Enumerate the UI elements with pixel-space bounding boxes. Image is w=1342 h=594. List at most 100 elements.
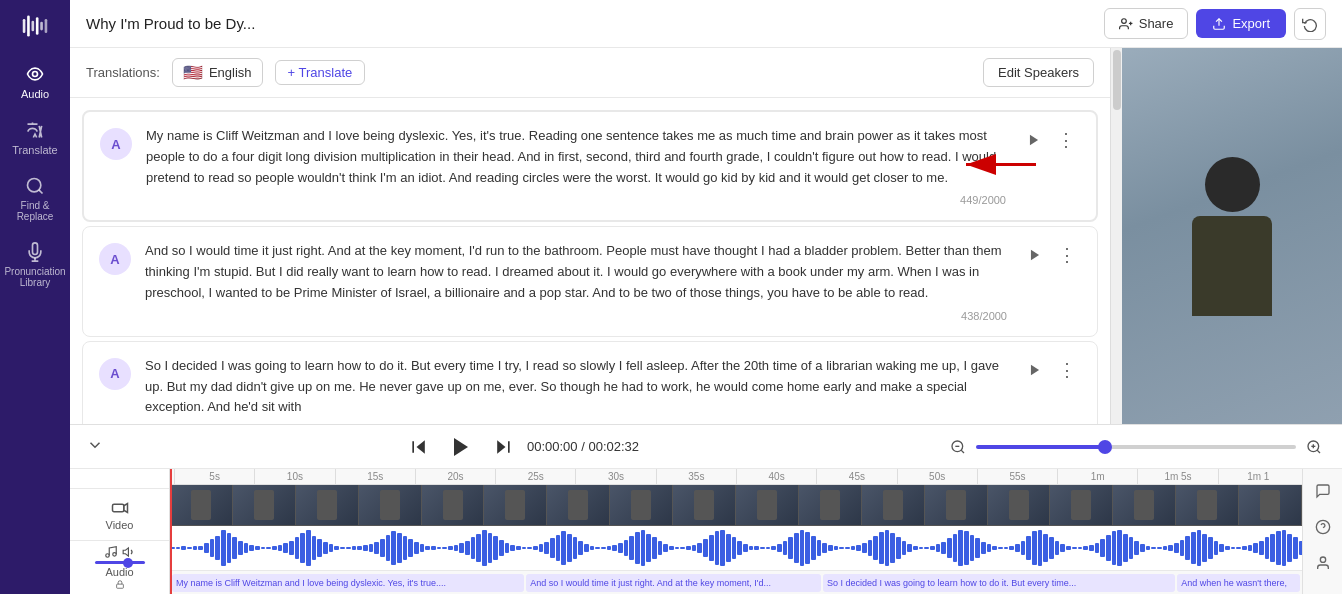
play-button[interactable] [443, 429, 479, 465]
skip-back-button[interactable] [403, 431, 435, 463]
waveform-bar [981, 542, 986, 554]
scrollbar-thumb[interactable] [1113, 50, 1121, 110]
waveform-bar [800, 530, 805, 566]
collapse-button[interactable] [86, 436, 104, 457]
waveform-bar [817, 540, 822, 557]
waveform-bar [476, 534, 481, 563]
segment-play-button-2[interactable] [1021, 241, 1049, 269]
sidebar-item-translate[interactable]: Translate [5, 112, 65, 164]
waveform-bar [346, 547, 351, 549]
waveform-bar [193, 546, 198, 550]
scrollbar-track[interactable] [1110, 48, 1122, 424]
waveform-bar [369, 544, 374, 552]
svg-marker-33 [123, 548, 128, 556]
segment-text-1[interactable]: My name is Cliff Weitzman and I love bei… [146, 126, 1006, 188]
segment-more-button-1[interactable]: ⋮ [1052, 126, 1080, 154]
zoom-slider[interactable] [976, 445, 1296, 449]
play-icon-1 [1027, 133, 1041, 147]
waveform-bar [1265, 537, 1270, 559]
waveform-bar [1134, 541, 1139, 555]
waveform-bar [187, 547, 192, 549]
waveform-bar [794, 533, 799, 563]
waveform-bar [533, 546, 538, 551]
zoom-in-button[interactable] [1302, 435, 1326, 459]
share-button[interactable]: Share [1104, 8, 1189, 39]
bottom-section: 00:00:00 / 00:02:32 [70, 424, 1342, 594]
segment-text-3[interactable]: So I decided I was going to learn how to… [145, 356, 1007, 418]
waveform-bar [431, 546, 436, 550]
user-button[interactable] [1309, 549, 1337, 577]
ruler-mark-55s: 55s [977, 469, 1057, 484]
waveform-bar [1231, 547, 1236, 549]
sidebar-item-pronunciation[interactable]: Pronunciation Library [5, 234, 65, 296]
history-button[interactable] [1294, 8, 1326, 40]
sidebar-item-audio[interactable]: Audio [5, 56, 65, 108]
waveform-bar [283, 543, 288, 553]
waveform-bar [567, 534, 572, 563]
transcript-container: Translations: 🇺🇸 English + Translate Edi… [70, 48, 1342, 424]
edit-speakers-button[interactable]: Edit Speakers [983, 58, 1094, 87]
sidebar-audio-label: Audio [21, 88, 49, 100]
waveform-bar [312, 536, 317, 560]
caption-segment-1[interactable]: My name is Cliff Weitzman and I love bei… [172, 574, 524, 592]
waveform-bar [697, 543, 702, 554]
waveform-bar [414, 542, 419, 554]
export-button[interactable]: Export [1196, 9, 1286, 38]
waveform-bar [488, 533, 493, 563]
playhead[interactable] [170, 469, 172, 594]
waveform-bar [300, 533, 305, 563]
waveform-bar [958, 530, 963, 566]
sidebar-find-label: Find & Replace [9, 200, 61, 222]
waveform [170, 526, 1302, 570]
waveform-bar [1140, 544, 1145, 551]
waveform-bar [573, 537, 578, 559]
sidebar-item-find-replace[interactable]: Find & Replace [5, 168, 65, 230]
waveform-bar [595, 547, 600, 549]
waveform-bar [680, 547, 685, 549]
video-thumbnail [1122, 48, 1342, 424]
waveform-bar [1078, 547, 1083, 549]
svg-rect-0 [23, 19, 26, 33]
help-button[interactable] [1309, 513, 1337, 541]
caption-track: My name is Cliff Weitzman and I love bei… [170, 570, 1302, 594]
audio-volume-slider[interactable] [95, 561, 145, 564]
video-frame [359, 485, 422, 525]
caption-segment-4[interactable]: And when he wasn't there, [1177, 574, 1300, 592]
audio-track-label: Audio [70, 541, 169, 593]
language-selector[interactable]: 🇺🇸 English [172, 58, 263, 87]
svg-marker-15 [1031, 250, 1039, 261]
header-actions: Share Export [1104, 8, 1326, 40]
waveform-bar [879, 532, 884, 563]
video-track[interactable] [170, 485, 1302, 526]
header: Why I'm Proud to be Dy... Share Export [70, 0, 1342, 48]
translate-button[interactable]: + Translate [275, 60, 366, 85]
segment-play-button-3[interactable] [1021, 356, 1049, 384]
waveform-bar [822, 543, 827, 553]
video-frame [1239, 485, 1302, 525]
caption-segment-2[interactable]: And so I would time it just right. And a… [526, 574, 821, 592]
caption-segment-3[interactable]: So I decided I was going to learn how to… [823, 574, 1175, 592]
skip-forward-button[interactable] [487, 431, 519, 463]
waveform-bar [629, 536, 634, 560]
waveform-bar [766, 547, 771, 549]
segment-more-button-2[interactable]: ⋮ [1053, 241, 1081, 269]
waveform-bar [1276, 531, 1281, 565]
zoom-out-button[interactable] [946, 435, 970, 459]
waveform-bar [448, 546, 453, 550]
video-frame [925, 485, 988, 525]
segment-actions-1: ⋮ [1020, 126, 1080, 154]
audio-track[interactable] [170, 526, 1302, 570]
segment-text-2[interactable]: And so I would time it just right. And a… [145, 241, 1007, 303]
audio-label: Audio [105, 566, 133, 578]
waveform-bar [607, 546, 612, 550]
segment-play-button-1[interactable] [1020, 126, 1048, 154]
waveform-bar [856, 545, 861, 551]
waveform-bar [1299, 541, 1302, 555]
segment-more-button-3[interactable]: ⋮ [1053, 356, 1081, 384]
waveform-bar [692, 545, 697, 551]
segment-body-3: So I decided I was going to learn how to… [145, 356, 1007, 418]
waveform-bar [930, 546, 935, 550]
svg-point-7 [28, 179, 41, 192]
chat-button[interactable] [1309, 477, 1337, 505]
waveform-bar [374, 542, 379, 554]
